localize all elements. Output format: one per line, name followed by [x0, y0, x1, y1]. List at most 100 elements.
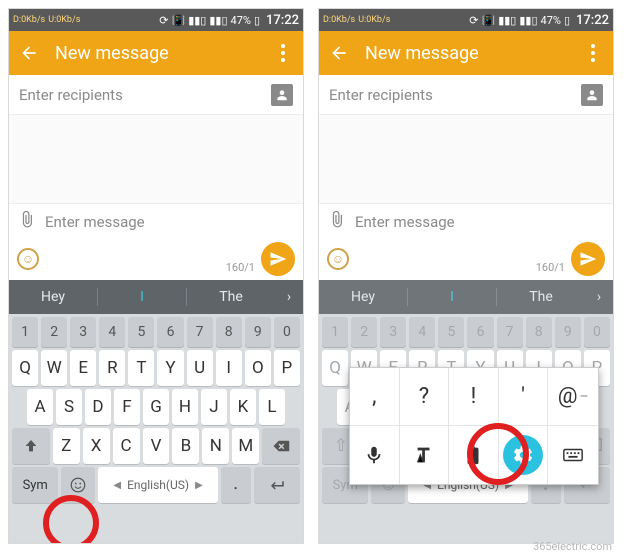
- key-s[interactable]: S: [56, 389, 82, 425]
- pick-contact-button[interactable]: [581, 84, 603, 106]
- key-h[interactable]: H: [172, 389, 198, 425]
- suggestion-more[interactable]: ›: [275, 289, 303, 305]
- suggestion-2[interactable]: I: [408, 289, 496, 305]
- key-r[interactable]: R: [99, 350, 125, 386]
- message-input[interactable]: Enter message: [355, 213, 605, 231]
- recipients-row: Enter recipients: [9, 75, 303, 115]
- key-1[interactable]: 1: [322, 317, 348, 347]
- key-l[interactable]: L: [259, 389, 285, 425]
- key-z[interactable]: Z: [53, 428, 80, 464]
- key-5[interactable]: 5: [128, 317, 154, 347]
- popup-at[interactable]: @–: [548, 368, 598, 426]
- popup-settings[interactable]: [499, 426, 549, 484]
- key-6[interactable]: 6: [467, 317, 493, 347]
- key-4[interactable]: 4: [409, 317, 435, 347]
- emoji-toggle-button[interactable]: ☺: [17, 248, 39, 270]
- key-o[interactable]: O: [245, 350, 271, 386]
- suggestion-more[interactable]: ›: [585, 289, 613, 305]
- recipients-input[interactable]: Enter recipients: [329, 86, 581, 104]
- key-q[interactable]: Q: [12, 350, 38, 386]
- kbd-row-3: Z X C V B N M: [9, 425, 303, 464]
- key-8[interactable]: 8: [526, 317, 552, 347]
- key-7[interactable]: 7: [187, 317, 213, 347]
- key-4[interactable]: 4: [99, 317, 125, 347]
- key-a[interactable]: A: [27, 389, 53, 425]
- key-m[interactable]: M: [232, 428, 259, 464]
- key-9[interactable]: 9: [555, 317, 581, 347]
- back-button[interactable]: [19, 43, 39, 63]
- app-bar: New message: [9, 31, 303, 75]
- key-w[interactable]: W: [41, 350, 67, 386]
- key-v[interactable]: V: [143, 428, 170, 464]
- punct-key[interactable]: .: [221, 467, 251, 503]
- sym-key[interactable]: Sym: [12, 467, 58, 503]
- emoji-toggle-button[interactable]: ☺: [327, 248, 349, 270]
- key-x[interactable]: X: [83, 428, 110, 464]
- popup-exclaim[interactable]: !: [449, 368, 499, 426]
- key-5[interactable]: 5: [438, 317, 464, 347]
- attach-button[interactable]: [327, 210, 347, 234]
- key-2[interactable]: 2: [351, 317, 377, 347]
- battery-label: 47%: [231, 14, 251, 27]
- enter-key[interactable]: [254, 467, 300, 503]
- key-0[interactable]: 0: [584, 317, 610, 347]
- key-2[interactable]: 2: [41, 317, 67, 347]
- popup-question[interactable]: ?: [400, 368, 450, 426]
- key-f[interactable]: F: [114, 389, 140, 425]
- app-bar: New message: [319, 31, 613, 75]
- key-7[interactable]: 7: [497, 317, 523, 347]
- net-speed-up: U:0Kb/s: [48, 15, 80, 25]
- key-g[interactable]: G: [143, 389, 169, 425]
- signal-icon: ▮▮▯: [188, 14, 206, 27]
- key-n[interactable]: N: [202, 428, 229, 464]
- overflow-menu-button[interactable]: [583, 44, 603, 62]
- shift-key[interactable]: [12, 428, 50, 464]
- clipboard-icon: [462, 444, 484, 466]
- key-i[interactable]: I: [216, 350, 242, 386]
- recipients-input[interactable]: Enter recipients: [19, 86, 271, 104]
- key-3[interactable]: 3: [380, 317, 406, 347]
- overflow-menu-button[interactable]: [273, 44, 293, 62]
- key-1[interactable]: 1: [12, 317, 38, 347]
- key-0[interactable]: 0: [274, 317, 300, 347]
- key-3[interactable]: 3: [70, 317, 96, 347]
- key-k[interactable]: K: [230, 389, 256, 425]
- message-thread-area: [9, 115, 303, 203]
- key-t[interactable]: T: [128, 350, 154, 386]
- key-q[interactable]: Q: [322, 350, 348, 386]
- suggestion-1[interactable]: Hey: [9, 289, 97, 305]
- key-u[interactable]: U: [187, 350, 213, 386]
- key-9[interactable]: 9: [245, 317, 271, 347]
- key-j[interactable]: J: [201, 389, 227, 425]
- send-button[interactable]: [571, 242, 605, 276]
- key-8[interactable]: 8: [216, 317, 242, 347]
- key-d[interactable]: D: [85, 389, 111, 425]
- signal2-icon: ▮▮▯: [519, 14, 537, 27]
- key-p[interactable]: P: [274, 350, 300, 386]
- popup-keyboard-modes[interactable]: [548, 426, 598, 484]
- backspace-key[interactable]: [262, 428, 300, 464]
- pick-contact-button[interactable]: [271, 84, 293, 106]
- key-6[interactable]: 6: [157, 317, 183, 347]
- back-button[interactable]: [329, 43, 349, 63]
- signal-icon: ▮▮▯: [498, 14, 516, 27]
- key-b[interactable]: B: [172, 428, 199, 464]
- key-y[interactable]: Y: [157, 350, 183, 386]
- suggestion-3[interactable]: The: [497, 289, 585, 305]
- send-button[interactable]: [261, 242, 295, 276]
- message-input[interactable]: Enter message: [45, 213, 295, 231]
- space-key[interactable]: ◀ English(US) ▶: [98, 467, 217, 503]
- attach-button[interactable]: [17, 210, 37, 234]
- key-c[interactable]: C: [113, 428, 140, 464]
- clock: 17:22: [266, 13, 299, 28]
- emoji-settings-key[interactable]: [61, 467, 95, 503]
- suggestion-3[interactable]: The: [187, 289, 275, 305]
- popup-apostrophe[interactable]: ': [499, 368, 549, 426]
- suggestion-1[interactable]: Hey: [319, 289, 407, 305]
- suggestion-2[interactable]: I: [98, 289, 186, 305]
- popup-clipboard[interactable]: [449, 426, 499, 484]
- key-e[interactable]: E: [70, 350, 96, 386]
- popup-voice[interactable]: [350, 426, 400, 484]
- popup-comma[interactable]: ,: [350, 368, 400, 426]
- popup-handwriting[interactable]: [400, 426, 450, 484]
